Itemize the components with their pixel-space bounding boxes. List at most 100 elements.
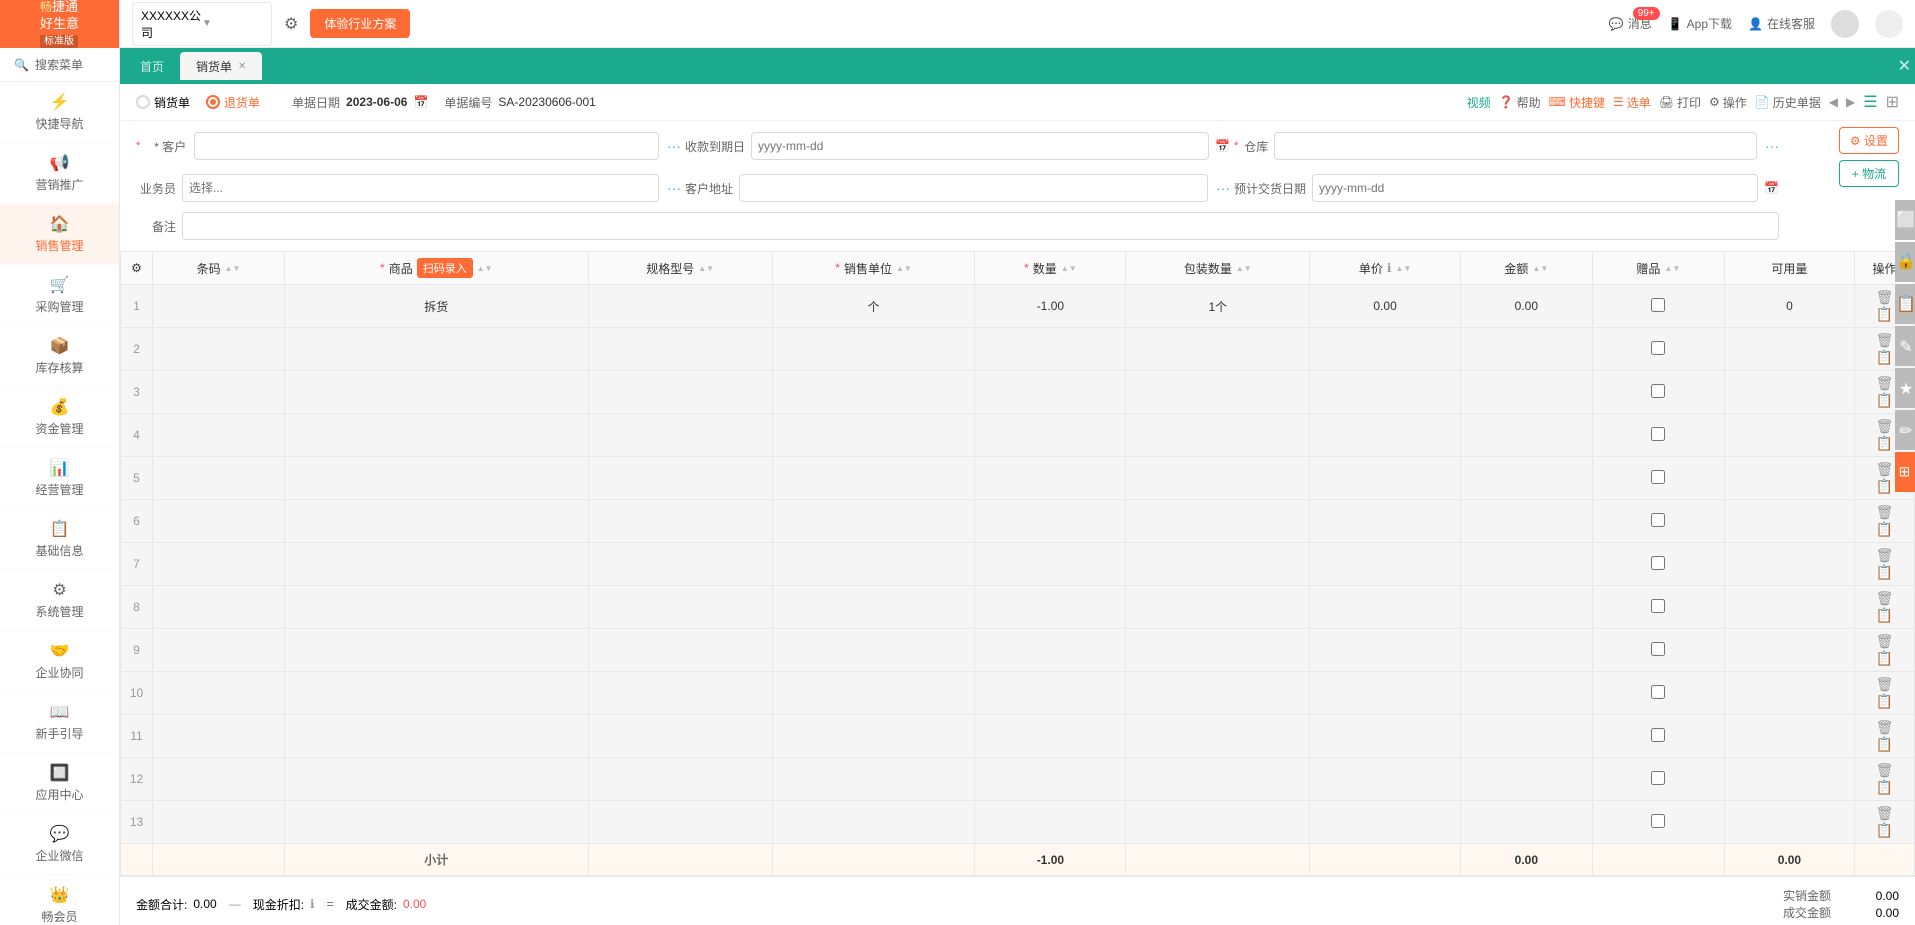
th-config[interactable]: ⚙ [121,252,153,285]
help-link[interactable]: ❓ 帮助 [1499,94,1541,111]
company-selector[interactable]: XXXXXX公司 ▼ [132,2,272,46]
float-btn-2[interactable]: 🔒 [1895,242,1915,282]
copy-btn[interactable]: 📋 [1874,820,1895,840]
user-avatar-2[interactable] [1875,10,1903,38]
customer-input[interactable] [201,139,652,153]
user-avatar[interactable] [1831,10,1859,38]
view-grid[interactable]: ⊞ [1886,92,1899,112]
sidebar-item-marketing[interactable]: 📢 营销推广 [0,143,119,204]
warehouse-input[interactable]: 建材仓 [1281,139,1750,153]
price-info-icon[interactable]: ℹ [1387,261,1392,275]
copy-btn[interactable]: 📋 [1874,777,1895,797]
gift-checkbox[interactable] [1651,470,1665,484]
cell-unit-price[interactable]: 0.00 [1310,285,1461,328]
cell-amount[interactable]: 0.00 [1460,285,1592,328]
cell-spec[interactable] [588,285,772,328]
cell-gift[interactable] [1592,285,1724,328]
scan-btn[interactable]: 扫码录入 [417,258,473,278]
history-link[interactable]: 📄 历史单据 [1755,94,1821,111]
sidebar-item-operations[interactable]: 📊 经营管理 [0,448,119,509]
calendar-icon[interactable]: 📅 [413,95,428,109]
sidebar-item-corp-wechat[interactable]: 💬 企业微信 [0,814,119,875]
tab-home[interactable]: 首页 [124,52,180,80]
radio-return-order[interactable]: 退货单 [206,94,260,111]
gift-sort-icon[interactable]: ▲▼ [1664,264,1680,273]
gift-checkbox[interactable] [1651,341,1665,355]
sidebar-item-inventory[interactable]: 📦 库存核算 [0,326,119,387]
sidebar-item-quick-nav[interactable]: ⚡ 快捷导航 [0,82,119,143]
sidebar-item-purchase[interactable]: 🛒 采购管理 [0,265,119,326]
float-btn-6[interactable]: ✏ [1895,410,1915,450]
experience-btn[interactable]: 体验行业方案 [310,9,410,38]
salesperson-input[interactable] [189,181,652,195]
copy-btn[interactable]: 📋 [1874,605,1895,625]
copy-btn[interactable]: 📋 [1874,648,1895,668]
barcode-sort-icon[interactable]: ▲▼ [225,264,241,273]
warehouse-more-btn[interactable]: ··· [1765,138,1779,154]
copy-btn[interactable]: 📋 [1874,519,1895,539]
sidebar-item-sys-mgmt[interactable]: ⚙ 系统管理 [0,570,119,631]
shortcut-link[interactable]: ⌨ 快捷键 [1549,94,1605,111]
gift-checkbox[interactable] [1651,513,1665,527]
cell-pack-qty[interactable]: 1个 [1126,285,1310,328]
product-sort-icon[interactable]: ▲▼ [477,264,493,273]
float-btn-3[interactable]: 📋 [1895,284,1915,324]
tab-sales-order[interactable]: 销货单 ✕ [180,52,262,80]
sidebar-item-guide[interactable]: 📖 新手引导 [0,692,119,753]
app-download-btn[interactable]: 📱 App下载 [1668,15,1732,32]
gift-checkbox[interactable] [1651,814,1665,828]
salesperson-more-btn[interactable]: ··· [667,180,681,196]
sidebar-item-finance[interactable]: 💰 资金管理 [0,387,119,448]
operation-link[interactable]: ⚙ 操作 [1709,94,1747,111]
doc-settings-btn[interactable]: ⚙ 设置 [1839,127,1899,154]
float-btn-1[interactable]: ⬜ [1895,200,1915,240]
nav-next[interactable]: ▶ [1846,95,1855,109]
sidebar-item-app-center[interactable]: 🔲 应用中心 [0,753,119,814]
float-btn-5[interactable]: ★ [1895,368,1915,408]
cell-quantity[interactable]: -1.00 [975,285,1126,328]
gift-checkbox[interactable] [1651,384,1665,398]
gift-checkbox[interactable] [1651,771,1665,785]
addr-more-btn[interactable]: ··· [1216,180,1230,196]
receivable-calendar-icon[interactable]: 📅 [1215,139,1230,153]
logistics-btn[interactable]: + 物流 [1839,160,1899,187]
qty-sort-icon[interactable]: ▲▼ [1061,264,1077,273]
copy-btn[interactable]: 📋 [1874,734,1895,754]
tab-bar-close-btn[interactable]: ✕ [1898,56,1911,76]
amount-sort-icon[interactable]: ▲▼ [1532,264,1548,273]
online-support-btn[interactable]: 👤 在线客服 [1748,15,1815,32]
float-btn-orange[interactable]: ⊞ [1895,452,1915,492]
copy-btn[interactable]: 📋 [1874,304,1895,324]
gift-checkbox[interactable] [1651,685,1665,699]
sidebar-item-member[interactable]: 👑 畅会员 [0,875,119,925]
select-link[interactable]: ☰ 选单 [1613,94,1651,111]
print-link[interactable]: 🖨 打印 [1659,94,1701,111]
video-link[interactable]: 视频 [1467,94,1491,111]
gift-checkbox[interactable] [1651,298,1665,312]
float-btn-4[interactable]: ✎ [1895,326,1915,366]
delivery-calendar-icon[interactable]: 📅 [1764,181,1779,195]
cell-barcode[interactable] [153,285,285,328]
customer-addr-input[interactable] [746,181,1201,195]
gift-checkbox[interactable] [1651,642,1665,656]
view-list[interactable]: ☰ [1863,92,1877,112]
cell-unit[interactable]: 个 [772,285,975,328]
copy-btn[interactable]: 📋 [1874,691,1895,711]
copy-btn[interactable]: 📋 [1874,433,1895,453]
gift-checkbox[interactable] [1651,599,1665,613]
packqty-sort-icon[interactable]: ▲▼ [1236,264,1252,273]
unit-sort-icon[interactable]: ▲▼ [896,264,912,273]
price-sort-icon[interactable]: ▲▼ [1395,264,1411,273]
settings-gear-btn[interactable]: ⚙ [280,10,302,38]
copy-btn[interactable]: 📋 [1874,476,1895,496]
receivable-date-input[interactable] [758,139,1202,153]
message-btn[interactable]: 💬 消息 99+ [1609,15,1652,32]
nav-prev[interactable]: ◀ [1829,95,1838,109]
copy-btn[interactable]: 📋 [1874,390,1895,410]
spec-sort-icon[interactable]: ▲▼ [698,264,714,273]
radio-sales-order[interactable]: 销货单 [136,94,190,111]
copy-btn[interactable]: 📋 [1874,562,1895,582]
tab-close-btn[interactable]: ✕ [238,61,246,72]
cell-product[interactable]: 拆货 [284,285,588,328]
delivery-date-input[interactable] [1319,181,1751,195]
